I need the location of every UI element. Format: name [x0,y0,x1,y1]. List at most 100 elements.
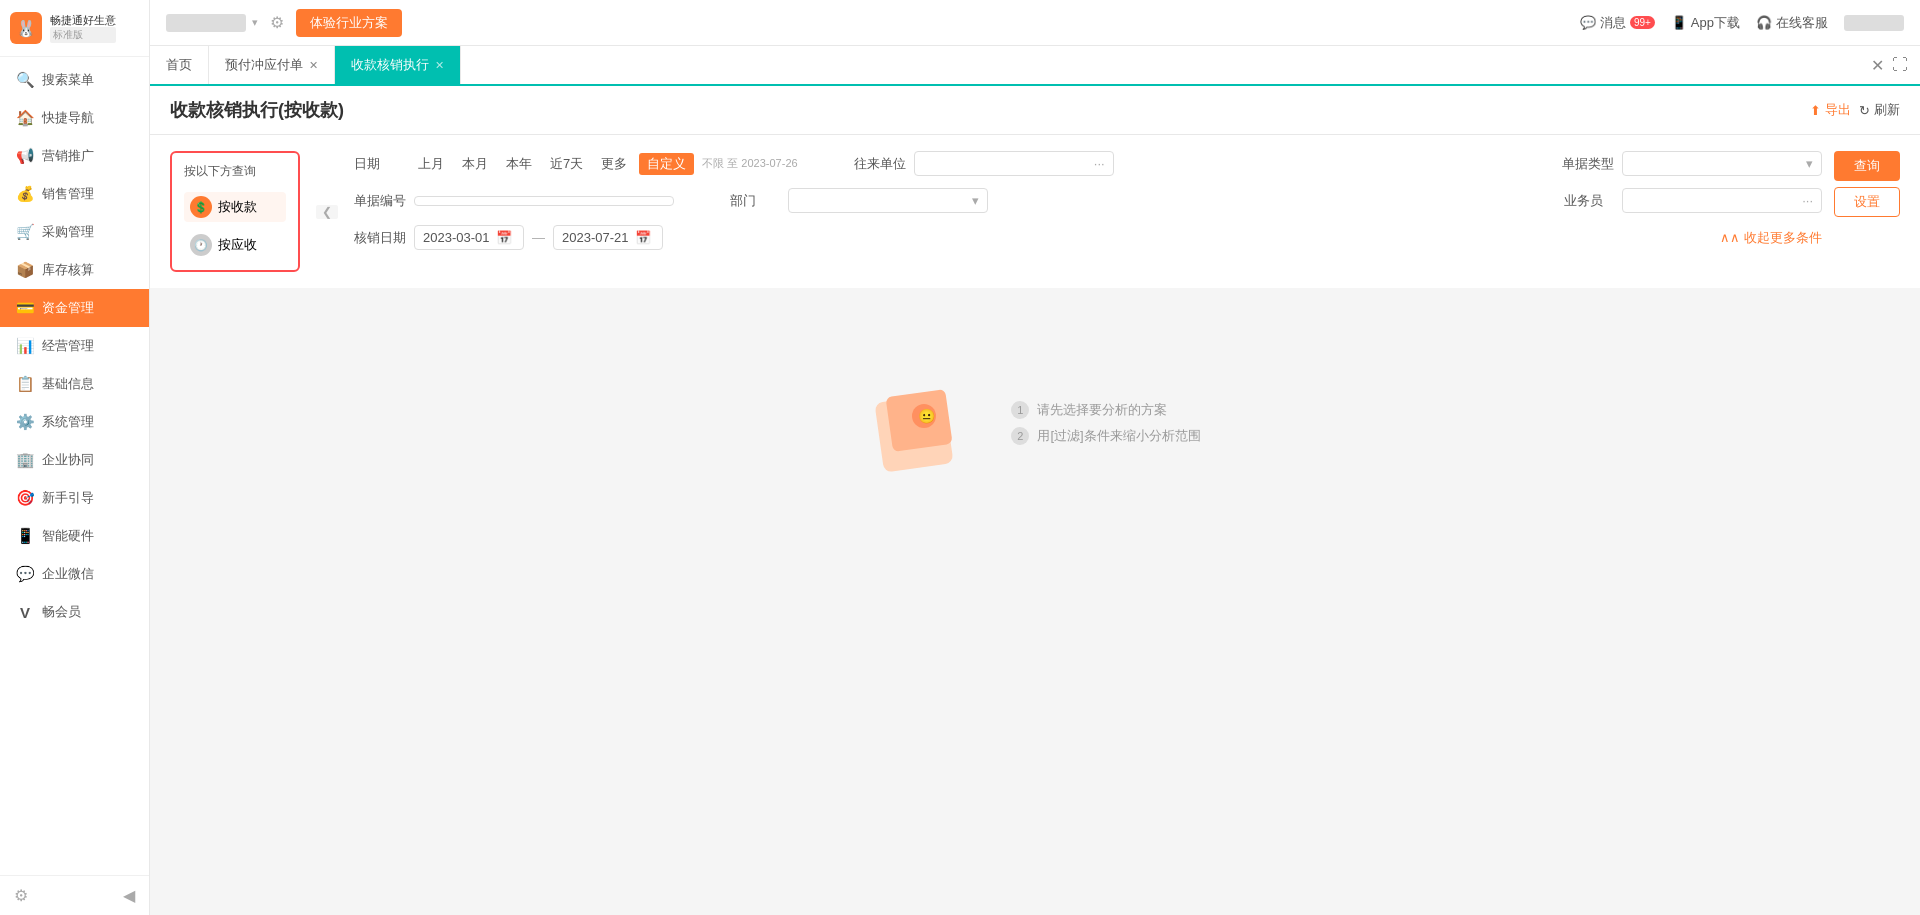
tab-prepay-label: 预付冲应付单 [225,56,303,74]
sidebar-item-member[interactable]: V 畅会员 [0,593,149,631]
app-download-item[interactable]: 📱 App下载 [1671,14,1740,32]
partner-label: 往来单位 [854,155,906,173]
sidebar-item-label: 企业微信 [42,565,94,583]
topbar-gear-icon[interactable]: ⚙ [270,13,284,32]
tab-home-label: 首页 [166,56,192,74]
dept-chevron: ▾ [972,193,979,208]
filter-collapse-btn[interactable]: ❮ [316,205,338,219]
sidebar-item-guide[interactable]: 🎯 新手引导 [0,479,149,517]
tab-prepay-close[interactable]: ✕ [309,59,318,72]
empty-hint-2-text: 用[过滤]条件来缩小分析范围 [1037,427,1200,445]
search-menu-icon: 🔍 [16,71,34,89]
sidebar-item-system[interactable]: ⚙️ 系统管理 [0,403,149,441]
message-item[interactable]: 💬 消息 99+ [1580,14,1655,32]
calendar-icon-start: 📅 [496,230,512,245]
docno-input[interactable] [414,196,674,206]
service-item[interactable]: 🎧 在线客服 [1756,14,1828,32]
staff-ellipsis[interactable]: ··· [1802,193,1813,208]
sidebar-logo: 🐰 畅捷通好生意 标准版 [0,0,149,57]
industry-btn[interactable]: 体验行业方案 [296,9,402,37]
sidebar-item-label: 快捷导航 [42,109,94,127]
date-btn-7days[interactable]: 近7天 [544,153,589,175]
date-btn-this-year[interactable]: 本年 [500,153,538,175]
tabbar: 首页 预付冲应付单 ✕ 收款核销执行 ✕ ✕ ⛶ [150,46,1920,86]
writeoff-start-input[interactable]: 2023-03-01 📅 [414,225,524,250]
guide-icon: 🎯 [16,489,34,507]
filter-form: 日期 上月 本月 本年 近7天 更多 自定义 不限 至 2023-07-26 [354,151,1822,272]
receivable-option-label: 按应收 [218,236,257,254]
page-header-actions: ⬆ 导出 ↻ 刷新 [1810,101,1900,131]
sidebar-item-label: 基础信息 [42,375,94,393]
staff-input[interactable]: ··· [1622,188,1822,213]
refresh-button[interactable]: ↻ 刷新 [1859,101,1900,119]
export-label: 导出 [1825,101,1851,119]
date-btn-this-month[interactable]: 本月 [456,153,494,175]
sales-icon: 💰 [16,185,34,203]
sidebar-item-search[interactable]: 🔍 搜索菜单 [0,61,149,99]
date-btn-custom[interactable]: 自定义 [639,153,694,175]
partner-input[interactable]: ··· [914,151,1114,176]
purchase-icon: 🛒 [16,223,34,241]
marketing-icon: 📢 [16,147,34,165]
topbar-right: 💬 消息 99+ 📱 App下载 🎧 在线客服 [1580,14,1904,32]
sidebar-item-basic[interactable]: 📋 基础信息 [0,365,149,403]
hardware-icon: 📱 [16,527,34,545]
filter-row-1: 日期 上月 本月 本年 近7天 更多 自定义 不限 至 2023-07-26 [354,151,1822,176]
tab-close-all-btn[interactable]: ✕ [1871,56,1884,75]
settings-button[interactable]: 设置 [1834,187,1900,217]
doctype-label: 单据类型 [1562,155,1614,173]
dept-select[interactable]: ▾ [788,188,988,213]
doctype-select[interactable]: ▾ [1622,151,1822,176]
date-btn-more[interactable]: 更多 [595,153,633,175]
wecom-icon: 💬 [16,565,34,583]
query-button[interactable]: 查询 [1834,151,1900,181]
logo-text: 畅捷通好生意 [50,13,116,27]
management-icon: 📊 [16,337,34,355]
date-label: 日期 [354,155,404,173]
sidebar-item-hardware[interactable]: 📱 智能硬件 [0,517,149,555]
export-button[interactable]: ⬆ 导出 [1810,101,1851,119]
page-title: 收款核销执行(按收款) [170,98,344,134]
sidebar-item-management[interactable]: 📊 经营管理 [0,327,149,365]
collapse-icon[interactable]: ◀ [123,886,135,905]
sidebar-item-label: 搜索菜单 [42,71,94,89]
sidebar-nav: 🔍 搜索菜单 🏠 快捷导航 📢 营销推广 💰 销售管理 🛒 采购管理 📦 库存核… [0,57,149,875]
date-btn-last-month[interactable]: 上月 [412,153,450,175]
settings-footer-icon[interactable]: ⚙ [14,886,28,905]
tab-receipt[interactable]: 收款核销执行 ✕ [335,46,461,84]
date-range-separator: — [532,230,545,245]
filter-actions: 查询 设置 [1834,151,1900,272]
sidebar-item-marketing[interactable]: 📢 营销推广 [0,137,149,175]
sidebar-item-enterprise[interactable]: 🏢 企业协同 [0,441,149,479]
receivable-option-icon: 🕐 [190,234,212,256]
staff-field: 业务员 ··· [1564,188,1822,213]
sidebar-item-label: 智能硬件 [42,527,94,545]
sidebar-item-label: 资金管理 [42,299,94,317]
sidebar-item-inventory[interactable]: 📦 库存核算 [0,251,149,289]
writeoff-end-input[interactable]: 2023-07-21 📅 [553,225,663,250]
sidebar-item-wecom[interactable]: 💬 企业微信 [0,555,149,593]
svg-text:😐: 😐 [918,408,936,425]
doctype-chevron: ▾ [1806,156,1813,171]
empty-hint-1: 1 请先选择要分析的方案 [1011,401,1200,419]
sidebar-item-finance[interactable]: 💳 资金管理 [0,289,149,327]
service-label: 在线客服 [1776,14,1828,32]
topbar-dropdown-icon[interactable]: ▾ [252,16,258,29]
message-icon: 💬 [1580,15,1596,30]
tab-prepay[interactable]: 预付冲应付单 ✕ [209,46,335,84]
app-label: App下载 [1691,14,1740,32]
refresh-icon: ↻ [1859,103,1870,118]
filter-option-by-receivable[interactable]: 🕐 按应收 [184,230,286,260]
tab-actions: ✕ ⛶ [1871,46,1920,84]
sidebar-item-quicknav[interactable]: 🏠 快捷导航 [0,99,149,137]
more-conditions-label: 收起更多条件 [1744,229,1822,247]
tab-home[interactable]: 首页 [150,46,209,84]
partner-ellipsis[interactable]: ··· [1094,156,1105,171]
tab-expand-btn[interactable]: ⛶ [1892,56,1908,74]
sidebar-item-purchase[interactable]: 🛒 采购管理 [0,213,149,251]
filter-option-by-receipt[interactable]: 💲 按收款 [184,192,286,222]
inventory-icon: 📦 [16,261,34,279]
more-conditions-btn[interactable]: ∧∧ 收起更多条件 [1720,229,1822,247]
sidebar-item-sales[interactable]: 💰 销售管理 [0,175,149,213]
tab-receipt-close[interactable]: ✕ [435,59,444,72]
